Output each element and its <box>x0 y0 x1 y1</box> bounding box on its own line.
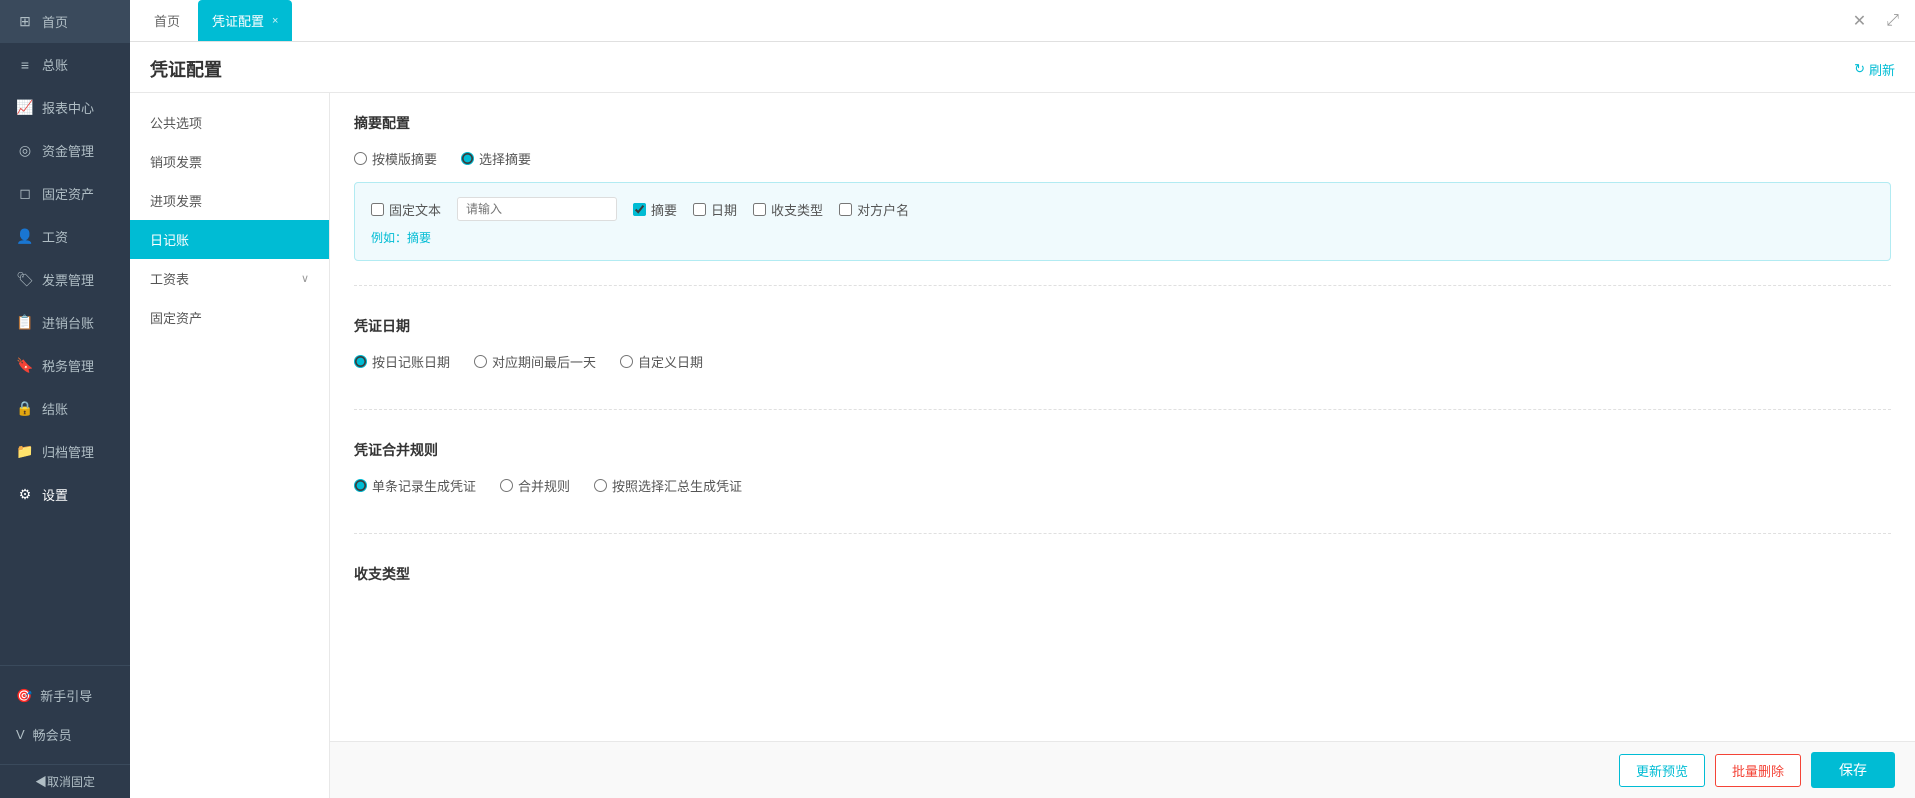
voucher-date-radio-row: 按日记账日期 对应期间最后一天 自定义日期 <box>354 352 1891 371</box>
voucher-date-section: 凭证日期 按日记账日期 对应期间最后一天 <box>354 316 1891 410</box>
main-area: 首页 凭证配置 × ✕ ⤢ 凭证配置 ↻ 刷新 公共选项 <box>130 0 1915 798</box>
guide-icon: 🎯 <box>16 688 32 704</box>
radio-custom-date-input[interactable] <box>620 355 633 368</box>
radio-last-day[interactable]: 对应期间最后一天 <box>474 352 596 371</box>
sidebar-item-settings[interactable]: ⚙ 设置 <box>0 473 130 516</box>
radio-template-summary-input[interactable] <box>354 152 367 165</box>
right-content: 摘要配置 按模版摘要 选择摘要 <box>330 93 1915 741</box>
radio-merge-rules[interactable]: 合并规则 <box>500 476 570 495</box>
sidebar-item-archive[interactable]: 📁 归档管理 <box>0 430 130 473</box>
fixed-text-input[interactable] <box>457 197 617 221</box>
radio-select-summary[interactable]: 按照选择汇总生成凭证 <box>594 476 742 495</box>
merge-rules-radio-row: 单条记录生成凭证 合并规则 按照选择汇总生成凭证 <box>354 476 1891 495</box>
sidebar-item-ledger[interactable]: ≡ 总账 <box>0 43 130 86</box>
nav-item-payroll-table[interactable]: 工资表 ∨ <box>130 259 329 298</box>
cb-fixed-text[interactable]: 固定文本 <box>371 200 441 219</box>
cb-summary-input[interactable] <box>633 203 646 216</box>
radio-custom-date[interactable]: 自定义日期 <box>620 352 703 371</box>
sidebar-item-payroll[interactable]: 👤 工资 <box>0 215 130 258</box>
cb-fixed-text-input[interactable] <box>371 203 384 216</box>
radio-single-record[interactable]: 单条记录生成凭证 <box>354 476 476 495</box>
sidebar-item-closing[interactable]: 🔒 结账 <box>0 387 130 430</box>
radio-select-summary-input[interactable] <box>594 479 607 492</box>
sidebar-item-guide[interactable]: 🎯 新手引导 <box>0 676 130 715</box>
radio-merge-rules-input[interactable] <box>500 479 513 492</box>
radio-choose-summary-input[interactable] <box>461 152 474 165</box>
tab-bar-actions: ✕ ⤢ <box>1847 7 1905 35</box>
sidebar-item-purchase-sales[interactable]: 📋 进销台账 <box>0 301 130 344</box>
summary-checkbox-row: 固定文本 摘要 日期 <box>371 197 1874 221</box>
sidebar-item-funds[interactable]: ◎ 资金管理 <box>0 129 130 172</box>
tab-voucher-config[interactable]: 凭证配置 × <box>198 0 292 41</box>
summary-config-section: 摘要配置 按模版摘要 选择摘要 <box>354 113 1891 286</box>
tax-icon: 🔖 <box>16 357 34 374</box>
home-icon: ⊞ <box>16 13 34 30</box>
save-btn[interactable]: 保存 <box>1811 752 1895 788</box>
cb-date-input[interactable] <box>693 203 706 216</box>
left-nav: 公共选项 销项发票 进项发票 日记账 工资表 ∨ 固定资产 <box>130 93 330 798</box>
invoice-mgmt-icon: 🏷 <box>16 271 34 288</box>
refresh-icon: ↻ <box>1854 61 1865 77</box>
voucher-date-title: 凭证日期 <box>354 316 1891 336</box>
cb-income-expense[interactable]: 收支类型 <box>753 200 823 219</box>
sidebar-bottom: 🎯 新手引导 V 畅会员 <box>0 665 130 764</box>
radio-single-record-input[interactable] <box>354 479 367 492</box>
content-layout: 公共选项 销项发票 进项发票 日记账 工资表 ∨ 固定资产 <box>130 93 1915 798</box>
payroll-icon: 👤 <box>16 228 34 245</box>
refresh-btn[interactable]: ↻ 刷新 <box>1854 60 1895 79</box>
summary-config-title: 摘要配置 <box>354 113 1891 133</box>
update-preview-btn[interactable]: 更新预览 <box>1619 754 1705 787</box>
income-expense-title: 收支类型 <box>354 564 1891 584</box>
cb-income-expense-input[interactable] <box>753 203 766 216</box>
closing-icon: 🔒 <box>16 400 34 417</box>
page-title: 凭证配置 <box>150 56 222 82</box>
window-close-btn[interactable]: ✕ <box>1847 7 1872 35</box>
page-header: 凭证配置 ↻ 刷新 <box>130 42 1915 93</box>
fixed-assets-icon: ◻ <box>16 185 34 202</box>
summary-example: 例如：摘要 <box>371 229 1874 246</box>
radio-template-summary[interactable]: 按模版摘要 <box>354 149 437 168</box>
cb-summary[interactable]: 摘要 <box>633 200 677 219</box>
nav-item-sales-invoice[interactable]: 销项发票 <box>130 142 329 181</box>
bottom-bar: 更新预览 批量删除 保存 <box>330 741 1915 798</box>
radio-choose-summary[interactable]: 选择摘要 <box>461 149 531 168</box>
tab-home[interactable]: 首页 <box>140 0 194 41</box>
settings-icon: ⚙ <box>16 486 34 503</box>
sidebar-item-invoice-mgmt[interactable]: 🏷 发票管理 <box>0 258 130 301</box>
nav-item-journal[interactable]: 日记账 <box>130 220 329 259</box>
radio-by-journal-date[interactable]: 按日记账日期 <box>354 352 450 371</box>
window-resize-btn[interactable]: ⤢ <box>1880 7 1905 35</box>
summary-radio-row: 按模版摘要 选择摘要 <box>354 149 1891 168</box>
radio-by-journal-date-input[interactable] <box>354 355 367 368</box>
radio-last-day-input[interactable] <box>474 355 487 368</box>
sidebar-collapse-btn[interactable]: ◀取消固定 <box>0 764 130 798</box>
sidebar-item-vip[interactable]: V 畅会员 <box>0 715 130 754</box>
purchase-sales-icon: 📋 <box>16 314 34 331</box>
chevron-down-icon: ∨ <box>301 272 309 285</box>
sidebar-item-tax[interactable]: 🔖 税务管理 <box>0 344 130 387</box>
summary-config-box: 固定文本 摘要 日期 <box>354 182 1891 261</box>
ledger-icon: ≡ <box>16 57 34 73</box>
sidebar-item-fixed-assets[interactable]: ◻ 固定资产 <box>0 172 130 215</box>
nav-item-public[interactable]: 公共选项 <box>130 103 329 142</box>
tab-close-icon[interactable]: × <box>272 15 278 27</box>
vip-icon: V <box>16 727 25 742</box>
cb-counterparty-input[interactable] <box>839 203 852 216</box>
merge-rules-section: 凭证合并规则 单条记录生成凭证 合并规则 <box>354 440 1891 534</box>
tab-bar: 首页 凭证配置 × ✕ ⤢ <box>130 0 1915 42</box>
sidebar-item-home[interactable]: ⊞ 首页 <box>0 0 130 43</box>
cb-date[interactable]: 日期 <box>693 200 737 219</box>
income-expense-section: 收支类型 <box>354 564 1891 624</box>
funds-icon: ◎ <box>16 142 34 159</box>
merge-rules-title: 凭证合并规则 <box>354 440 1891 460</box>
archive-icon: 📁 <box>16 443 34 460</box>
cb-counterparty[interactable]: 对方户名 <box>839 200 909 219</box>
nav-item-fixed-assets[interactable]: 固定资产 <box>130 298 329 337</box>
sidebar: ⊞ 首页 ≡ 总账 📈 报表中心 ◎ 资金管理 ◻ 固定资产 👤 工资 🏷 发票… <box>0 0 130 798</box>
batch-delete-btn[interactable]: 批量删除 <box>1715 754 1801 787</box>
page-content: 凭证配置 ↻ 刷新 公共选项 销项发票 进项发票 日记账 <box>130 42 1915 798</box>
reports-icon: 📈 <box>16 99 34 116</box>
sidebar-item-reports[interactable]: 📈 报表中心 <box>0 86 130 129</box>
nav-item-purchase-invoice[interactable]: 进项发票 <box>130 181 329 220</box>
